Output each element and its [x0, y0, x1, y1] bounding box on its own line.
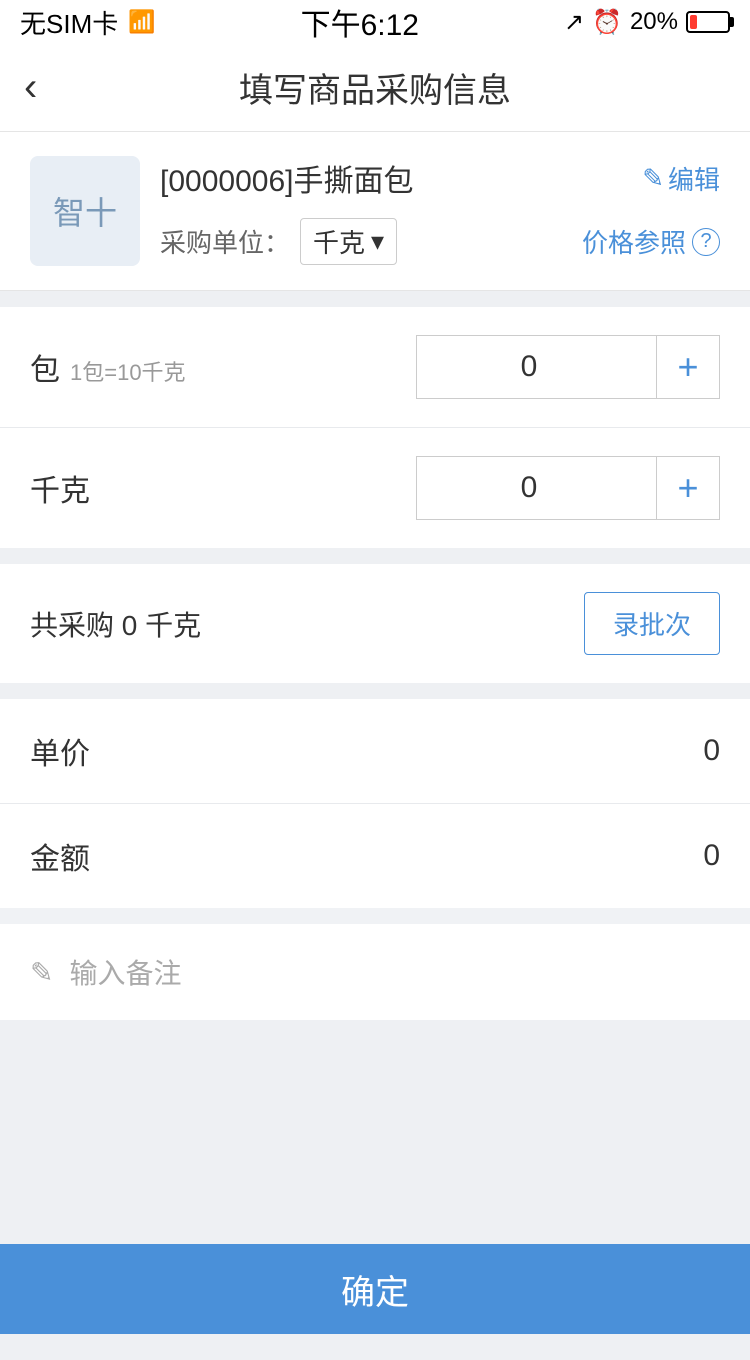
- product-info: [0000006]手撕面包 ✎ 编辑 采购单位： 千克 ▾ 价格参照 ?: [160, 156, 720, 265]
- kg-label: 千克: [30, 466, 90, 510]
- bag-label: 包 1包=10千克: [30, 345, 186, 389]
- section-divider-1: [0, 291, 750, 307]
- kg-plus-button[interactable]: +: [656, 456, 720, 520]
- quantity-row-bag: 包 1包=10千克 +: [0, 307, 750, 428]
- price-ref-label: 价格参照: [582, 223, 686, 260]
- bag-sublabel: 1包=10千克: [70, 355, 186, 387]
- purchase-unit-row: 采购单位： 千克 ▾ 价格参照 ?: [160, 218, 720, 265]
- section-divider-2: [0, 548, 750, 564]
- carrier-text: 无SIM卡: [20, 4, 118, 41]
- back-button[interactable]: ‹: [24, 65, 37, 110]
- back-icon: ‹: [24, 65, 37, 110]
- kg-input-wrap: +: [416, 456, 720, 520]
- amount-row: 金额 0: [0, 804, 750, 908]
- product-card: 智十 [0000006]手撕面包 ✎ 编辑 采购单位： 千克 ▾ 价格参照 ?: [0, 132, 750, 291]
- bag-input-wrap: +: [416, 335, 720, 399]
- total-text: 共采购 0 千克: [30, 604, 201, 644]
- alarm-icon: ⏰: [592, 8, 622, 37]
- page-title: 填写商品采购信息: [239, 63, 511, 112]
- help-icon: ?: [692, 228, 720, 256]
- quantity-section: 包 1包=10千克 + 千克 +: [0, 307, 750, 548]
- wifi-icon: 📶: [128, 9, 155, 35]
- battery-icon: [686, 11, 730, 33]
- unit-price-row: 单价 0: [0, 699, 750, 804]
- kg-quantity-input[interactable]: [416, 456, 656, 520]
- battery-percent: 20%: [630, 8, 678, 36]
- amount-value: 0: [703, 839, 720, 873]
- status-time: 下午6:12: [301, 0, 419, 44]
- amount-label: 金额: [30, 834, 90, 878]
- status-left: 无SIM卡 📶: [20, 4, 156, 41]
- price-section: 单价 0 金额 0: [0, 699, 750, 908]
- unit-selector-wrap: 采购单位： 千克 ▾: [160, 218, 397, 265]
- pencil-icon: ✎: [30, 956, 53, 989]
- location-icon: ↗: [564, 8, 584, 37]
- price-reference-button[interactable]: 价格参照 ?: [582, 223, 720, 260]
- product-name: [0000006]手撕面包: [160, 156, 413, 200]
- status-right: ↗ ⏰ 20%: [564, 8, 730, 37]
- section-divider-3: [0, 683, 750, 699]
- confirm-button[interactable]: 确定: [0, 1244, 750, 1334]
- product-thumbnail: 智十: [30, 156, 140, 266]
- unit-label: 采购单位：: [160, 223, 290, 260]
- battery-fill: [690, 15, 697, 29]
- unit-price-value: 0: [703, 734, 720, 768]
- product-logo-text: 智十: [53, 188, 117, 234]
- total-row: 共采购 0 千克 录批次: [0, 564, 750, 683]
- dropdown-arrow-icon: ▾: [371, 226, 384, 257]
- nav-bar: ‹ 填写商品采购信息: [0, 44, 750, 132]
- edit-icon: ✎: [642, 163, 664, 194]
- quantity-row-kg: 千克 +: [0, 428, 750, 548]
- bag-plus-button[interactable]: +: [656, 335, 720, 399]
- remark-placeholder: 输入备注: [69, 952, 181, 992]
- unit-dropdown[interactable]: 千克 ▾: [300, 218, 397, 265]
- confirm-button-label: 确定: [341, 1265, 409, 1314]
- unit-price-label: 单价: [30, 729, 90, 773]
- bag-quantity-input[interactable]: [416, 335, 656, 399]
- remark-section[interactable]: ✎ 输入备注: [0, 924, 750, 1020]
- status-bar: 无SIM卡 📶 下午6:12 ↗ ⏰ 20%: [0, 0, 750, 44]
- product-name-row: [0000006]手撕面包 ✎ 编辑: [160, 156, 720, 200]
- unit-value: 千克: [313, 223, 365, 260]
- edit-button[interactable]: ✎ 编辑: [642, 160, 720, 197]
- batch-button[interactable]: 录批次: [584, 592, 720, 655]
